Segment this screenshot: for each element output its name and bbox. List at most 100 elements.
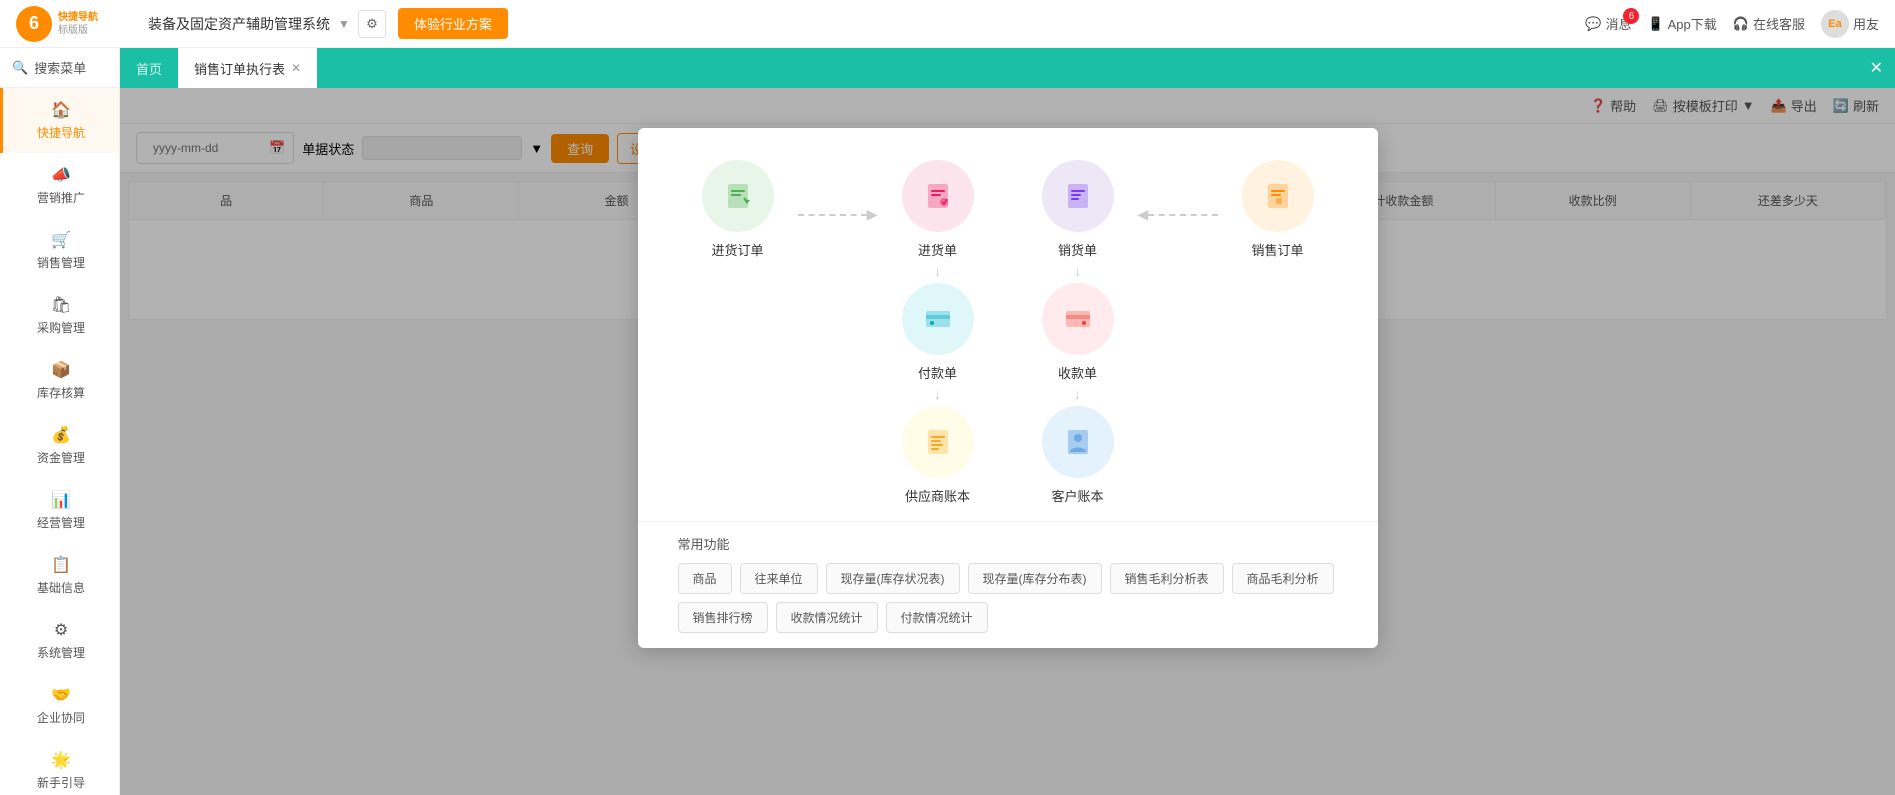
tab-bar-close-button[interactable]: ✕ (1858, 58, 1895, 78)
guide-icon: 🌟 (51, 750, 71, 770)
tab-close-icon[interactable]: ✕ (291, 61, 301, 75)
receipt-bill-label: 收款单 (1058, 363, 1097, 382)
cf-btn-sales-rank[interactable]: 销售排行榜 (678, 602, 768, 633)
operation-icon: 📊 (51, 490, 71, 510)
tab-bar: 首页 销售订单执行表 ✕ ✕ (120, 48, 1895, 88)
cf-btn-stock-status[interactable]: 现存量(库存状况表) (826, 563, 960, 594)
arrow-down-supplier: ↓ (878, 382, 998, 406)
sidebar-item-sales[interactable]: 🛒 销售管理 (0, 218, 119, 283)
sidebar-item-enterprise[interactable]: 🤝 企业协同 (0, 673, 119, 738)
flow-sales-order[interactable]: 销售订单 (1218, 160, 1338, 259)
download-icon: 📱 (1647, 16, 1663, 32)
sidebar-item-marketing[interactable]: 📣 营销推广 (0, 153, 119, 218)
inventory-icon: 📦 (51, 360, 71, 380)
sidebar-item-purchase[interactable]: 🛍 采购管理 (0, 283, 119, 348)
arrow-down-customer: ↓ (1018, 382, 1138, 406)
title-dropdown-arrow[interactable]: ▼ (338, 17, 350, 31)
modal-overlay[interactable]: 进货订单 ▶ (120, 88, 1895, 795)
customer-account-label: 客户账本 (1051, 486, 1103, 505)
message-icon: 💬 (1585, 16, 1601, 32)
payment-bill-label: 付款单 (918, 363, 957, 382)
purchase-bill-label: 进货单 (918, 240, 957, 259)
search-menu[interactable]: 🔍 搜索菜单 (0, 48, 119, 88)
flow-purchase-order[interactable]: 进货订单 (678, 160, 798, 259)
sidebar-item-system[interactable]: ⚙ 系统管理 (0, 608, 119, 673)
cf-btn-receipt-stat[interactable]: 收款情况统计 (776, 602, 878, 633)
flow-payment-bill[interactable]: 付款单 (878, 283, 998, 382)
receipt-bill-icon (1042, 283, 1114, 355)
supplier-account-icon (902, 406, 974, 478)
top-header: 6 快捷导航 标版版 装备及固定资产辅助管理系统 ▼ ⚙ 体验行业方案 💬 消息… (0, 0, 1895, 48)
finance-icon: 💰 (51, 425, 71, 445)
logo-icon: 6 (16, 6, 52, 42)
trial-button[interactable]: 体验行业方案 (398, 8, 508, 39)
flow-row-2: 付款单 收款单 (678, 283, 1338, 382)
flow-arrows-down-row: ↓ ↓ (678, 259, 1338, 283)
tab-home[interactable]: 首页 (120, 48, 178, 88)
message-button[interactable]: 💬 消息 6 (1585, 14, 1631, 33)
sidebar: 🔍 搜索菜单 🏠 快捷导航 📣 营销推广 🛒 销售管理 🛍 采购管理 📦 库存核… (0, 48, 120, 795)
sidebar-item-basic[interactable]: 📋 基础信息 (0, 543, 119, 608)
cf-btn-product-profit[interactable]: 商品毛利分析 (1232, 563, 1334, 594)
message-badge: 6 (1623, 8, 1639, 24)
search-icon: 🔍 (12, 60, 28, 76)
system-title: 装备及固定资产辅助管理系统 (148, 14, 330, 34)
user-menu[interactable]: Ea 用友 (1821, 10, 1879, 38)
arrow-2: ◀ (1138, 206, 1218, 223)
arrow-down-payment: ↓ (878, 259, 998, 283)
enterprise-icon: 🤝 (51, 685, 71, 705)
content-area: ❓ 帮助 🖨 按模板打印 ▼ 📤 导出 🔄 刷新 (120, 88, 1895, 795)
online-service-button[interactable]: 🎧 在线客服 (1733, 14, 1805, 33)
flow-area: 进货订单 ▶ (638, 128, 1378, 521)
sales-bill-label: 销货单 (1058, 240, 1097, 259)
sidebar-item-inventory[interactable]: 📦 库存核算 (0, 348, 119, 413)
header-right: 💬 消息 6 📱 App下载 🎧 在线客服 Ea 用友 (1585, 10, 1879, 38)
arrow-down-receipt: ↓ (1018, 259, 1138, 283)
arrow-1: ▶ (798, 206, 878, 223)
flow-receipt-bill[interactable]: 收款单 (1018, 283, 1138, 382)
cf-btn-stock-dist[interactable]: 现存量(库存分布表) (968, 563, 1102, 594)
purchase-order-label: 进货订单 (711, 240, 763, 259)
quick-nav-icon: 🏠 (51, 100, 71, 120)
sidebar-nav: 🏠 快捷导航 📣 营销推广 🛒 销售管理 🛍 采购管理 📦 库存核算 💰 资金管… (0, 88, 119, 795)
sales-bill-icon (1042, 160, 1114, 232)
sales-icon: 🛒 (51, 230, 71, 250)
flow-row-1: 进货订单 ▶ (678, 160, 1338, 259)
purchase-bill-icon (902, 160, 974, 232)
flow-row-3: 供应商账本 客户账本 (678, 406, 1338, 505)
system-icon: ⚙ (51, 620, 71, 640)
cf-btn-sales-profit[interactable]: 销售毛利分析表 (1110, 563, 1224, 594)
customer-account-icon (1042, 406, 1114, 478)
sidebar-item-guide[interactable]: 🌟 新手引导 (0, 738, 119, 795)
flow-sales-bill[interactable]: 销货单 (1018, 160, 1138, 259)
flow-supplier-account[interactable]: 供应商账本 (878, 406, 998, 505)
cf-title: 常用功能 (678, 534, 1338, 553)
app-download-button[interactable]: 📱 App下载 (1647, 14, 1716, 33)
cf-buttons-row2: 销售排行榜 收款情况统计 付款情况统计 (678, 602, 1338, 633)
purchase-order-icon (702, 160, 774, 232)
basic-icon: 📋 (51, 555, 71, 575)
flow-purchase-bill[interactable]: 进货单 (878, 160, 998, 259)
service-icon: 🎧 (1733, 16, 1749, 32)
flow-arrows-down-row2: ↓ ↓ (678, 382, 1338, 406)
cf-buttons-row1: 商品 往来单位 现存量(库存状况表) 现存量(库存分布表) 销售毛利分析表 商品… (678, 563, 1338, 594)
sales-order-icon (1242, 160, 1314, 232)
modal-dialog: 进货订单 ▶ (638, 128, 1378, 648)
system-title-area[interactable]: 装备及固定资产辅助管理系统 ▼ (140, 14, 350, 34)
logo-text: 快捷导航 标版版 (58, 11, 98, 37)
payment-bill-icon (902, 283, 974, 355)
cf-btn-partner[interactable]: 往来单位 (740, 563, 818, 594)
logo-area: 6 快捷导航 标版版 (16, 6, 136, 42)
flow-customer-account[interactable]: 客户账本 (1018, 406, 1138, 505)
sidebar-item-quick-nav[interactable]: 🏠 快捷导航 (0, 88, 119, 153)
supplier-account-label: 供应商账本 (905, 486, 970, 505)
purchase-icon: 🛍 (51, 295, 71, 315)
cf-btn-payment-stat[interactable]: 付款情况统计 (886, 602, 988, 633)
sidebar-item-finance[interactable]: 💰 资金管理 (0, 413, 119, 478)
marketing-icon: 📣 (51, 165, 71, 185)
sidebar-item-operation[interactable]: 📊 经营管理 (0, 478, 119, 543)
common-functions: 常用功能 商品 往来单位 现存量(库存状况表) 现存量(库存分布表) 销售毛利分… (638, 521, 1378, 648)
settings-button[interactable]: ⚙ (358, 10, 386, 38)
tab-sales-order[interactable]: 销售订单执行表 ✕ (178, 48, 317, 88)
cf-btn-product[interactable]: 商品 (678, 563, 732, 594)
